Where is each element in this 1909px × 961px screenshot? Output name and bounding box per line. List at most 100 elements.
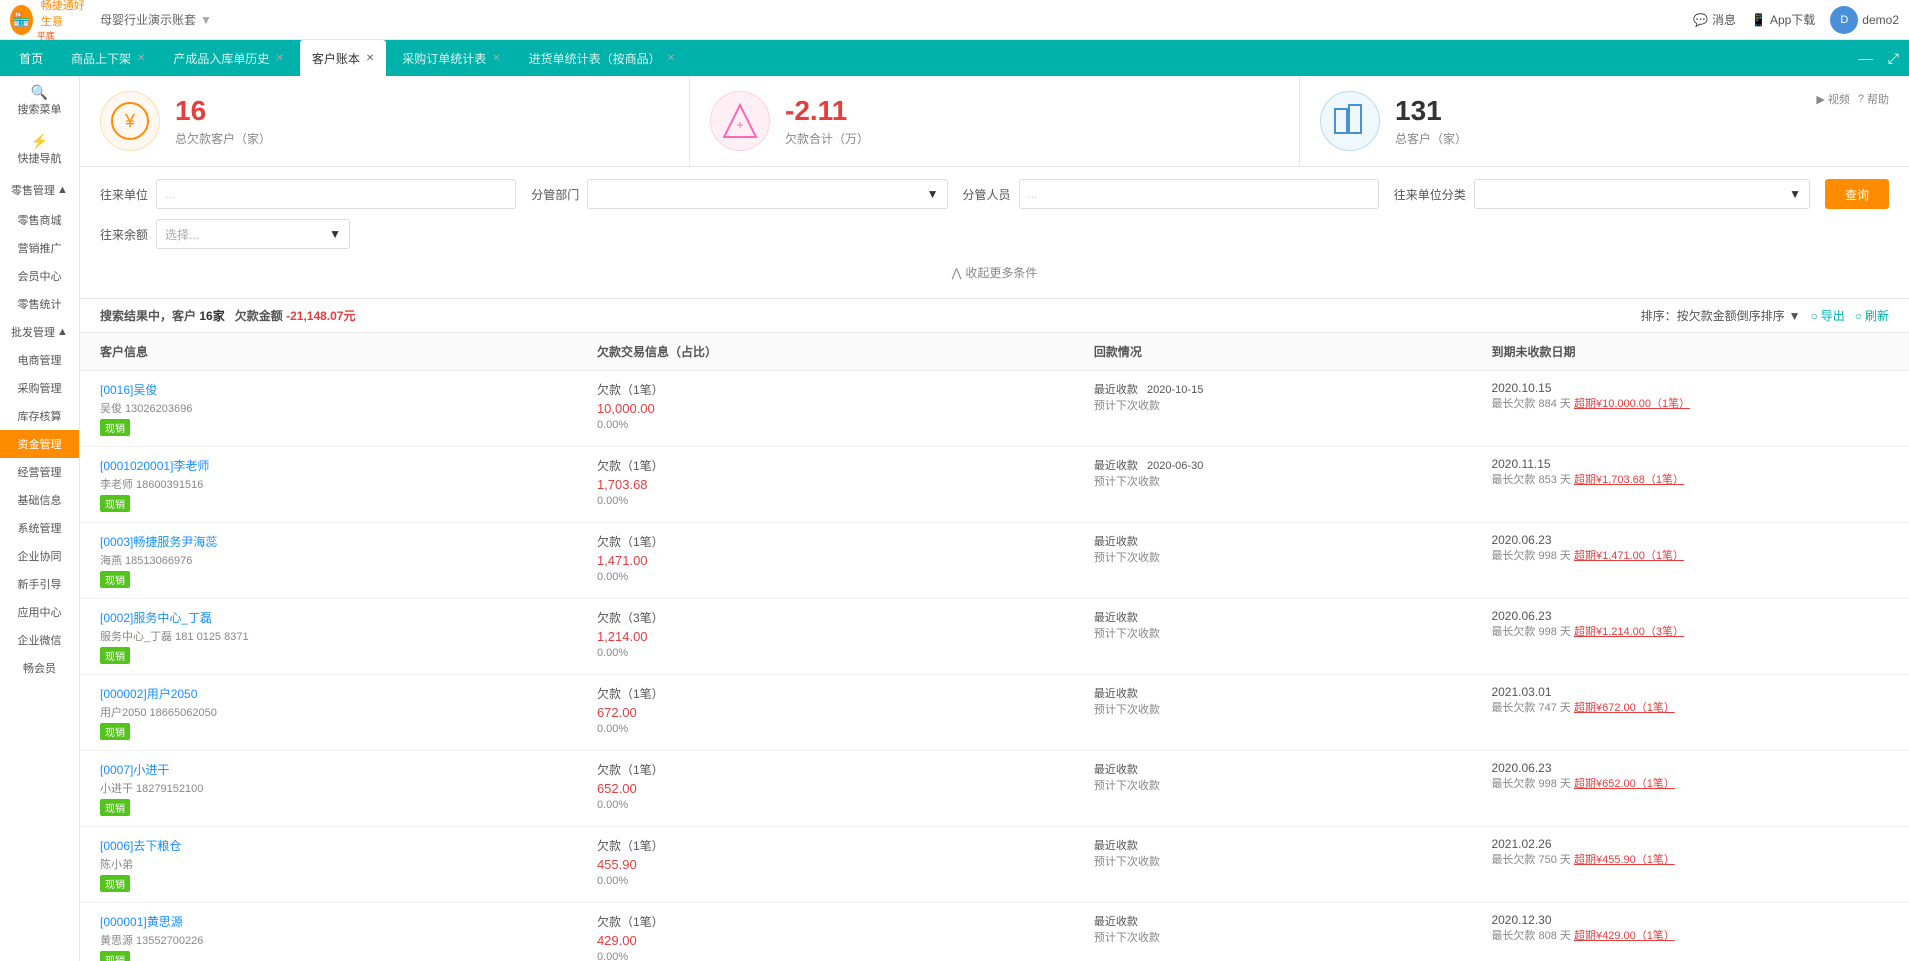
- tab-customer-close[interactable]: ✕: [366, 53, 374, 64]
- sidebar-item-retail-stat[interactable]: 零售统计: [0, 290, 79, 318]
- sidebar-item-system[interactable]: 系统管理: [0, 514, 79, 542]
- export-btn[interactable]: ○ 导出: [1810, 307, 1844, 324]
- app-download-btn[interactable]: 📱 App下载: [1751, 11, 1815, 28]
- debt-count-2: 欠款（1笔）: [597, 457, 1094, 474]
- due-days-7: 最长欠款 750 天 超期¥455.90（1笔）: [1491, 851, 1889, 867]
- recovery-next-3: 预计下次收款: [1094, 549, 1492, 565]
- results-prefix: 搜索结果中，客户: [100, 309, 196, 323]
- user-menu[interactable]: D demo2: [1830, 6, 1899, 34]
- sidebar-item-operations[interactable]: 经营管理: [0, 458, 79, 486]
- due-cell-3: 2020.06.23 最长欠款 998 天 超期¥1,471.00（1笔）: [1491, 533, 1889, 563]
- overdue-link-5[interactable]: 超期¥672.00（1笔）: [1574, 702, 1675, 714]
- sidebar-item-guide[interactable]: 新手引导: [0, 570, 79, 598]
- help-btn[interactable]: ? 帮助: [1858, 91, 1889, 107]
- sidebar-item-purchase[interactable]: 采购管理: [0, 374, 79, 402]
- filter-row-1: 往来单位 ... 分管部门 ▼ 分管人员 ...: [100, 179, 1889, 209]
- overdue-link-6[interactable]: 超期¥652.00（1笔）: [1574, 778, 1675, 790]
- sidebar-item-marketing[interactable]: 营销推广: [0, 234, 79, 262]
- due-days-8: 最长欠款 808 天 超期¥429.00（1笔）: [1491, 927, 1889, 943]
- overdue-link-3[interactable]: 超期¥1,471.00（1笔）: [1574, 550, 1684, 562]
- industry-selector[interactable]: 母婴行业演示账套 ▼: [100, 11, 212, 28]
- debt-amount-4: 1,214.00: [597, 629, 1094, 644]
- stat-debt-customers-value: 16: [175, 95, 669, 127]
- overdue-link-2[interactable]: 超期¥1,703.68（1笔）: [1574, 474, 1684, 486]
- customer-link-7[interactable]: [0006]去下粮仓: [100, 839, 181, 853]
- recovery-next-4: 预计下次收款: [1094, 625, 1492, 641]
- tab-customer[interactable]: 客户账本 ✕: [300, 40, 386, 76]
- logo-icon: 🏪: [10, 5, 33, 35]
- sidebar-item-ecommerce[interactable]: 电商管理: [0, 346, 79, 374]
- sidebar-item-retail-mall[interactable]: 零售商城: [0, 206, 79, 234]
- customer-link-6[interactable]: [0007]小进干: [100, 763, 169, 777]
- customer-tag-4: 现销: [100, 647, 130, 664]
- overdue-link-4[interactable]: 超期¥1,214.00（3笔）: [1574, 626, 1684, 638]
- filter-unit-category-label: 往来单位分类: [1394, 186, 1466, 203]
- filter-department: 分管部门 ▼: [531, 179, 947, 209]
- sidebar-item-finance[interactable]: 资金管理: [0, 430, 79, 458]
- department-select[interactable]: ▼: [587, 179, 947, 209]
- sidebar-item-enterprise[interactable]: 企业协同: [0, 542, 79, 570]
- sidebar-item-retail-mgmt[interactable]: 零售管理▲: [0, 174, 79, 206]
- filter-from-unit-label: 往来单位: [100, 186, 148, 203]
- collapse-more-btn[interactable]: ⋀ 收起更多条件: [100, 259, 1889, 286]
- overdue-link-8[interactable]: 超期¥429.00（1笔）: [1574, 930, 1675, 942]
- unit-category-select[interactable]: ▼: [1474, 179, 1810, 209]
- customer-link-3[interactable]: [0003]畅捷服务尹海蕊: [100, 535, 217, 549]
- tab-purchase-close[interactable]: ✕: [492, 53, 500, 64]
- debt-ratio-6: 0.00%: [597, 799, 1094, 811]
- recovery-date-3: 最近收款: [1094, 533, 1492, 549]
- message-btn[interactable]: 💬 消息: [1693, 11, 1736, 28]
- sidebar-item-basic-info[interactable]: 基础信息: [0, 486, 79, 514]
- tab-products[interactable]: 商品上下架 ✕: [59, 44, 157, 72]
- recovery-date-7: 最近收款: [1094, 837, 1492, 853]
- recovery-info-4: 最近收款 预计下次收款: [1094, 609, 1492, 641]
- customer-link-1[interactable]: [0016]吴俊: [100, 383, 157, 397]
- balance-placeholder: 选择...: [165, 226, 199, 243]
- customer-tag-5: 现销: [100, 723, 130, 740]
- tab-inventory[interactable]: 进货单统计表（按商品） ✕: [517, 44, 687, 72]
- sidebar-item-quick-nav[interactable]: ⚡ 快捷导航: [0, 125, 79, 174]
- tab-inventory-close[interactable]: ✕: [667, 53, 675, 64]
- debt-ratio-3: 0.00%: [597, 571, 1094, 583]
- sidebar-item-vip[interactable]: 畅会员: [0, 654, 79, 682]
- customer-phone-3: 海燕 18513066976: [100, 552, 597, 568]
- balance-select[interactable]: 选择... ▼: [156, 219, 350, 249]
- debt-count-3: 欠款（1笔）: [597, 533, 1094, 550]
- industry-name: 母婴行业演示账套: [100, 11, 196, 28]
- video-help-btn[interactable]: ▶ 视频: [1816, 91, 1849, 107]
- sidebar-item-wechat[interactable]: 企业微信: [0, 626, 79, 654]
- from-unit-input[interactable]: ...: [156, 179, 516, 209]
- tab-minimize-btn[interactable]: —: [1854, 48, 1878, 68]
- tab-purchase[interactable]: 采购订单统计表 ✕: [390, 44, 512, 72]
- manager-input[interactable]: ...: [1019, 179, 1379, 209]
- due-date-1: 2020.10.15: [1491, 381, 1889, 395]
- customer-phone-1: 吴俊 13026203696: [100, 400, 597, 416]
- customer-link-5[interactable]: [000002]用户2050: [100, 687, 197, 701]
- table-row: [0001020001]李老师 李老师 18600391516 现销 欠款（1笔…: [80, 447, 1909, 523]
- main-layout: 🔍 搜索菜单 ⚡ 快捷导航 零售管理▲ 零售商城 营销推广 会员中心 零售统计 …: [0, 76, 1909, 961]
- sort-selector[interactable]: 排序：按欠款金额倒序排序 ▼: [1641, 307, 1801, 324]
- sidebar-item-member[interactable]: 会员中心: [0, 262, 79, 290]
- tab-products-close[interactable]: ✕: [137, 53, 145, 64]
- customer-link-2[interactable]: [0001020001]李老师: [100, 459, 209, 473]
- overdue-link-1[interactable]: 超期¥10,000.00（1笔）: [1574, 398, 1690, 410]
- tab-home[interactable]: 首页: [7, 44, 55, 72]
- tab-production[interactable]: 产成品入库单历史 ✕: [161, 44, 295, 72]
- customer-link-8[interactable]: [000001]黄思源: [100, 915, 183, 929]
- tab-maximize-btn[interactable]: ⤢: [1883, 48, 1904, 69]
- sidebar-item-batch-mgmt[interactable]: 批发管理▲: [0, 318, 79, 346]
- sidebar-item-app-center[interactable]: 应用中心: [0, 598, 79, 626]
- customer-tag-7: 现销: [100, 875, 130, 892]
- due-cell-1: 2020.10.15 最长欠款 884 天 超期¥10,000.00（1笔）: [1491, 381, 1889, 411]
- sidebar-item-warehouse[interactable]: 库存核算: [0, 402, 79, 430]
- sidebar-item-search[interactable]: 🔍 搜索菜单: [0, 76, 79, 125]
- stat-icon-amount: +: [710, 91, 770, 151]
- table-row: [0016]吴俊 吴俊 13026203696 现销 欠款（1笔） 10,000…: [80, 371, 1909, 447]
- customer-phone-4: 服务中心_丁磊 181 0125 8371: [100, 628, 597, 644]
- overdue-link-7[interactable]: 超期¥455.90（1笔）: [1574, 854, 1675, 866]
- tab-production-close[interactable]: ✕: [275, 53, 283, 64]
- refresh-btn[interactable]: ○ 刷新: [1855, 307, 1889, 324]
- customer-link-4[interactable]: [0002]服务中心_丁磊: [100, 611, 212, 625]
- help-icons: ▶ 视频 ? 帮助: [1816, 91, 1889, 107]
- search-button[interactable]: 查询: [1825, 179, 1889, 209]
